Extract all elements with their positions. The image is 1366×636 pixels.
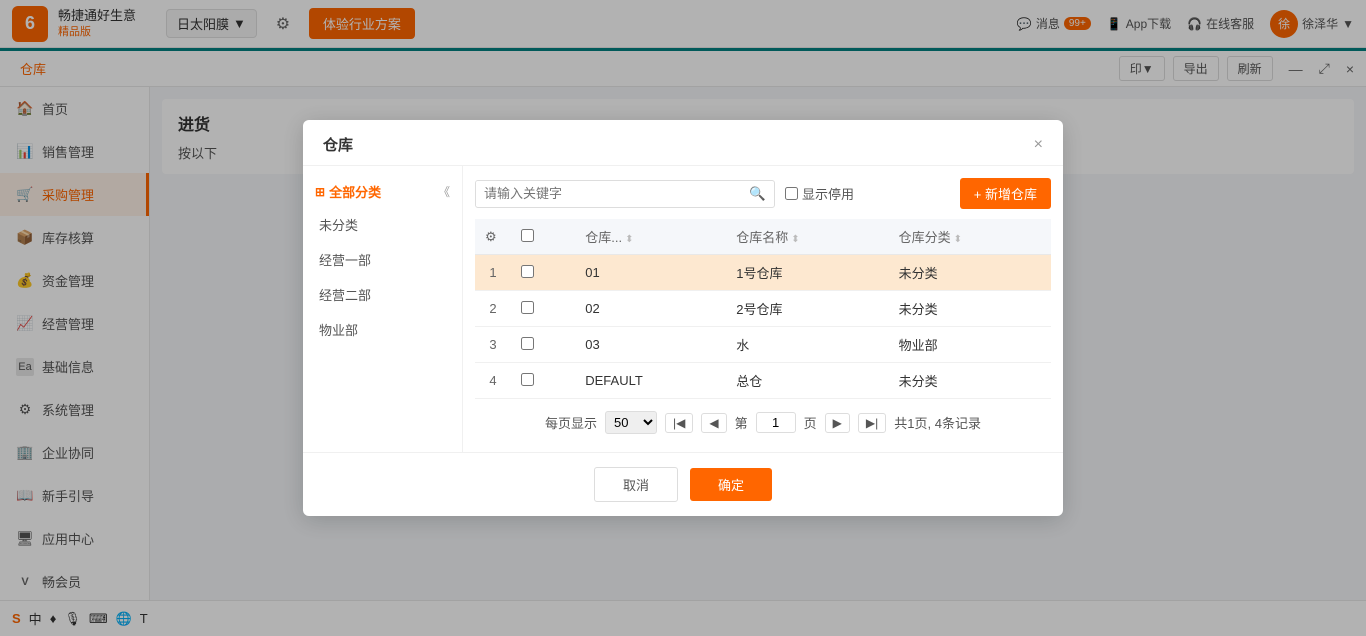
collapse-icon[interactable]: 《 [438,183,450,200]
page-unit: 页 [804,413,817,432]
search-input[interactable] [476,181,741,206]
table-body: 1 01 1号仓库 未分类 2 02 2号仓库 [475,255,1051,399]
prev-page-button[interactable]: ◀ [701,413,726,433]
modal-overlay: 仓库 × ⊞ 全部分类 《 未分类 经营一部 经营二部 物业部 [0,0,1366,636]
col-checkbox [511,219,575,255]
modal-header: 仓库 × [303,120,1063,166]
show-disabled-checkbox[interactable]: 显示停用 [785,184,854,203]
row-checkbox[interactable] [511,363,575,399]
row-category: 物业部 [889,327,1051,363]
row-code: DEFAULT [575,363,726,399]
table-row[interactable]: 3 03 水 物业部 [475,327,1051,363]
cancel-button[interactable]: 取消 [594,467,678,502]
col-name[interactable]: 仓库名称⬍ [726,219,888,255]
per-page-select[interactable]: 50 100 [605,411,657,434]
table-row[interactable]: 2 02 2号仓库 未分类 [475,291,1051,327]
row-category: 未分类 [889,363,1051,399]
search-button[interactable]: 🔍 [741,181,774,207]
col-settings: ⚙ [475,219,511,255]
row-checkbox[interactable] [511,327,575,363]
all-categories-label: ⊞ 全部分类 [315,182,381,201]
modal-body: ⊞ 全部分类 《 未分类 经营一部 经营二部 物业部 🔍 [303,166,1063,452]
modal-close-button[interactable]: × [1034,136,1043,154]
table-row[interactable]: 1 01 1号仓库 未分类 [475,255,1051,291]
modal-main: 🔍 显示停用 + 新增仓库 ⚙ [463,166,1063,452]
total-info: 共1页, 4条记录 [894,413,981,432]
settings-col-icon: ⚙ [485,229,497,244]
table-container: ⚙ 仓库...⬍ 仓库名称⬍ 仓库分类⬍ [475,219,1051,399]
cat-item-ops2[interactable]: 经营二部 [303,277,462,312]
page-label: 第 [735,413,748,432]
table-header: ⚙ 仓库...⬍ 仓库名称⬍ 仓库分类⬍ [475,219,1051,255]
warehouse-modal: 仓库 × ⊞ 全部分类 《 未分类 经营一部 经营二部 物业部 [303,120,1063,516]
cat-item-property[interactable]: 物业部 [303,312,462,347]
row-name: 1号仓库 [726,255,888,291]
confirm-button[interactable]: 确定 [690,468,772,501]
next-page-button[interactable]: ▶ [825,413,850,433]
col-category[interactable]: 仓库分类⬍ [889,219,1051,255]
add-warehouse-button[interactable]: + 新增仓库 [960,178,1051,209]
pagination: 每页显示 50 100 |◀ ◀ 第 页 ▶ ▶| 共1页, 4条记录 [475,399,1051,440]
modal-footer: 取消 确定 [303,452,1063,516]
row-code: 03 [575,327,726,363]
row-name: 总仓 [726,363,888,399]
category-sidebar: ⊞ 全部分类 《 未分类 经营一部 经营二部 物业部 [303,166,463,452]
row-num: 4 [475,363,511,399]
select-all-checkbox[interactable] [521,229,534,242]
category-header[interactable]: ⊞ 全部分类 《 [303,176,462,207]
row-code: 02 [575,291,726,327]
disabled-checkbox-input[interactable] [785,187,798,200]
first-page-button[interactable]: |◀ [665,413,693,433]
row-code: 01 [575,255,726,291]
grid-icon: ⊞ [315,185,325,199]
last-page-button[interactable]: ▶| [858,413,886,433]
col-code[interactable]: 仓库...⬍ [575,219,726,255]
row-category: 未分类 [889,255,1051,291]
per-page-label: 每页显示 [545,413,597,432]
cat-item-ops1[interactable]: 经营一部 [303,242,462,277]
row-name: 水 [726,327,888,363]
row-checkbox[interactable] [511,291,575,327]
row-category: 未分类 [889,291,1051,327]
table-row[interactable]: 4 DEFAULT 总仓 未分类 [475,363,1051,399]
row-checkbox[interactable] [511,255,575,291]
row-num: 2 [475,291,511,327]
search-box: 🔍 [475,180,775,208]
warehouse-table: ⚙ 仓库...⬍ 仓库名称⬍ 仓库分类⬍ [475,219,1051,399]
modal-title: 仓库 [323,134,353,155]
cat-item-unclassified[interactable]: 未分类 [303,207,462,242]
modal-toolbar: 🔍 显示停用 + 新增仓库 [475,178,1051,209]
row-num: 1 [475,255,511,291]
page-number-input[interactable] [756,412,796,433]
row-name: 2号仓库 [726,291,888,327]
row-num: 3 [475,327,511,363]
